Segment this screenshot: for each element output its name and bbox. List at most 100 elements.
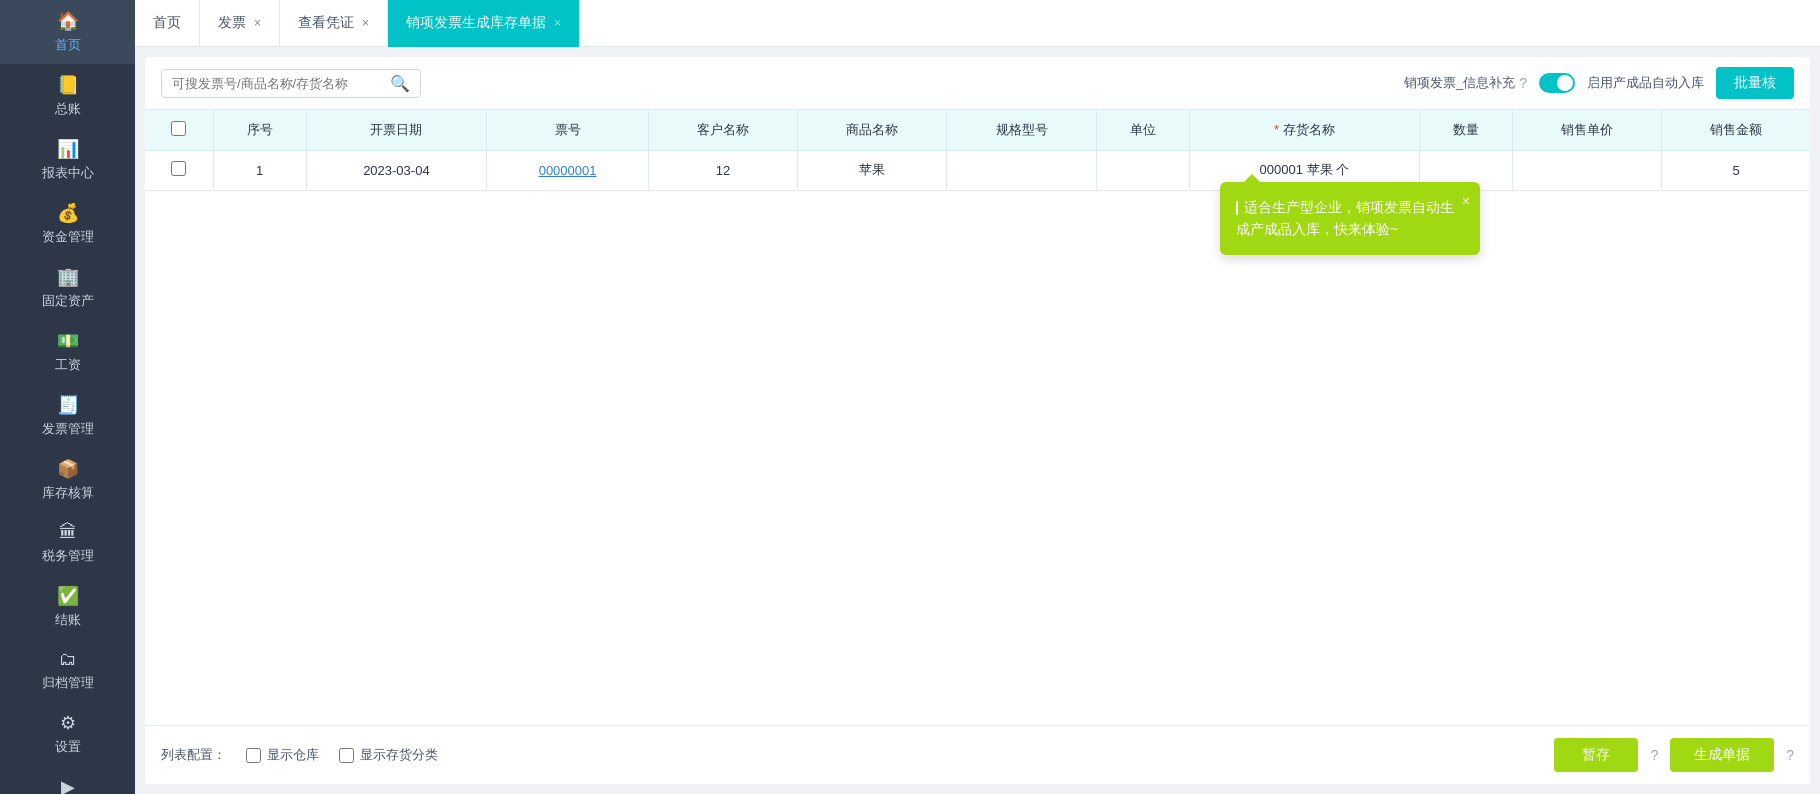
search-input[interactable] [172, 76, 384, 91]
data-table: 序号开票日期票号客户名称商品名称规格型号单位* 存货名称数量销售单价销售金额 1… [145, 110, 1810, 191]
sidebar-icon-archive: 🗂 [59, 649, 77, 670]
search-icon: 🔍 [390, 74, 410, 93]
sidebar-icon-funds: 💰 [57, 202, 79, 224]
sidebar-item-archive[interactable]: 🗂 归档管理 [0, 639, 135, 702]
save-help-icon[interactable]: ? [1650, 747, 1658, 763]
sidebar-item-fixed-assets[interactable]: 🏢 固定资产 [0, 256, 135, 320]
sidebar-icon-inventory: 📦 [57, 458, 79, 480]
cell-product-0: 苹果 [798, 150, 947, 190]
cell-unit_price-0 [1513, 150, 1662, 190]
toolbar-right: 销项发票_信息补充 ? 启用产成品自动入库 批量核 [1404, 67, 1794, 99]
sidebar-item-tax[interactable]: 🏛 税务管理 [0, 512, 135, 575]
generate-help-icon[interactable]: ? [1786, 747, 1794, 763]
sidebar-item-payroll[interactable]: 💵 工资 [0, 320, 135, 384]
cell-checkbox-0[interactable] [145, 150, 213, 190]
tooltip-cursor [1236, 201, 1238, 215]
batch-button[interactable]: 批量核 [1716, 67, 1794, 99]
list-config-label: 列表配置： [161, 746, 226, 764]
sidebar-item-closing[interactable]: ✅ 结账 [0, 575, 135, 639]
tab-home-tab[interactable]: 首页 [135, 0, 200, 47]
table-row: 12023-03-040000000112苹果000001 苹果 个5 [145, 150, 1810, 190]
sidebar-label-archive: 归档管理 [42, 674, 94, 692]
tab-invoice-tab[interactable]: 发票× [200, 0, 280, 47]
show-category-checkbox[interactable] [339, 748, 354, 763]
save-button[interactable]: 暂存 [1554, 738, 1638, 772]
tab-close-invoice-tab[interactable]: × [254, 16, 261, 30]
cell-ticket_no-0[interactable]: 00000001 [487, 150, 649, 190]
cell-date-0: 2023-03-04 [306, 150, 487, 190]
table-wrapper: 序号开票日期票号客户名称商品名称规格型号单位* 存货名称数量销售单价销售金额 1… [145, 110, 1810, 725]
table-body: 12023-03-040000000112苹果000001 苹果 个5 [145, 150, 1810, 190]
col-header-quantity: 数量 [1420, 110, 1513, 150]
sidebar: 🏠 首页 📒 总账 📊 报表中心 💰 资金管理 🏢 固定资产 💵 工资 🧾 发票… [0, 0, 135, 794]
sidebar-icon-closing: ✅ [57, 585, 79, 607]
show-warehouse-label: 显示仓库 [267, 746, 319, 764]
tooltip-popup: 适合生产型企业，销项发票自动生成产成品入库，快来体验~ × [1220, 182, 1480, 255]
toolbar: 🔍 销项发票_信息补充 ? 启用产成品自动入库 批量核 [145, 57, 1810, 110]
col-header-product: 商品名称 [798, 110, 947, 150]
select-all-checkbox[interactable] [171, 121, 186, 136]
sidebar-label-fixed-assets: 固定资产 [42, 292, 94, 310]
sidebar-icon-invoice-mgmt: 🧾 [57, 394, 79, 416]
sidebar-label-home: 首页 [55, 36, 81, 54]
info-help-icon[interactable]: ? [1519, 75, 1527, 91]
sidebar-label-ledger: 总账 [55, 100, 81, 118]
col-header-amount: 销售金额 [1662, 110, 1810, 150]
sidebar-item-invoice-mgmt[interactable]: 🧾 发票管理 [0, 384, 135, 448]
page-content: 🔍 销项发票_信息补充 ? 启用产成品自动入库 批量核 序号开票日期票号客户名称… [145, 57, 1810, 784]
sidebar-item-ledger[interactable]: 📒 总账 [0, 64, 135, 128]
sidebar-label-invoice-mgmt: 发票管理 [42, 420, 94, 438]
bottom-actions: 暂存 ? 生成单据 ? [1554, 738, 1794, 772]
bottom-bar: 列表配置： 显示仓库 显示存货分类 暂存 ? 生成单据 ? [145, 725, 1810, 784]
cell-model-0 [947, 150, 1096, 190]
table-header: 序号开票日期票号客户名称商品名称规格型号单位* 存货名称数量销售单价销售金额 [145, 110, 1810, 150]
info-label: 销项发票_信息补充 ? [1404, 74, 1527, 92]
tab-label-home-tab: 首页 [153, 14, 181, 32]
show-category-label: 显示存货分类 [360, 746, 438, 764]
sidebar-label-inventory: 库存核算 [42, 484, 94, 502]
cell-seq-0: 1 [213, 150, 306, 190]
tabbar: 首页 发票×查看凭证×销项发票生成库存单据× [135, 0, 1820, 47]
sidebar-item-guide[interactable]: ▶ 新手引导 [0, 766, 135, 794]
auto-warehouse-toggle[interactable] [1539, 73, 1575, 93]
show-category-group[interactable]: 显示存货分类 [339, 746, 438, 764]
col-header-unit: 单位 [1096, 110, 1189, 150]
sidebar-item-settings[interactable]: ⚙ 设置 [0, 702, 135, 766]
main-area: 首页 发票×查看凭证×销项发票生成库存单据× 🔍 销项发票_信息补充 ? 启用产成… [135, 0, 1820, 794]
sidebar-label-closing: 结账 [55, 611, 81, 629]
sidebar-icon-reports: 📊 [57, 138, 79, 160]
search-box[interactable]: 🔍 [161, 69, 421, 98]
ticket-link-0[interactable]: 00000001 [539, 163, 597, 178]
col-header-model: 规格型号 [947, 110, 1096, 150]
sidebar-item-home[interactable]: 🏠 首页 [0, 0, 135, 64]
col-header-inventory: * 存货名称 [1189, 110, 1420, 150]
tab-cancel-invoice-tab[interactable]: 销项发票生成库存单据× [388, 0, 580, 47]
tab-close-cancel-invoice-tab[interactable]: × [554, 16, 561, 30]
col-header-customer: 客户名称 [649, 110, 798, 150]
tab-view-voucher-tab[interactable]: 查看凭证× [280, 0, 388, 47]
col-header-checkbox [145, 110, 213, 150]
cell-customer-0: 12 [649, 150, 798, 190]
tooltip-text: 适合生产型企业，销项发票自动生成产成品入库，快来体验~ [1236, 199, 1454, 237]
row-checkbox-0[interactable] [171, 161, 186, 176]
sidebar-item-inventory[interactable]: 📦 库存核算 [0, 448, 135, 512]
sidebar-label-payroll: 工资 [55, 356, 81, 374]
show-warehouse-group[interactable]: 显示仓库 [246, 746, 319, 764]
sidebar-label-settings: 设置 [55, 738, 81, 756]
sidebar-label-funds: 资金管理 [42, 228, 94, 246]
sidebar-icon-tax: 🏛 [59, 522, 77, 543]
tooltip-close-button[interactable]: × [1462, 190, 1470, 212]
tab-close-view-voucher-tab[interactable]: × [362, 16, 369, 30]
cell-unit-0 [1096, 150, 1189, 190]
sidebar-label-reports: 报表中心 [42, 164, 94, 182]
generate-button[interactable]: 生成单据 [1670, 738, 1774, 772]
show-warehouse-checkbox[interactable] [246, 748, 261, 763]
cell-amount-0: 5 [1662, 150, 1810, 190]
col-header-seq: 序号 [213, 110, 306, 150]
sidebar-label-tax: 税务管理 [42, 547, 94, 565]
sidebar-item-funds[interactable]: 💰 资金管理 [0, 192, 135, 256]
sidebar-icon-settings: ⚙ [60, 712, 76, 734]
sidebar-icon-home: 🏠 [57, 10, 79, 32]
sidebar-icon-ledger: 📒 [57, 74, 79, 96]
sidebar-item-reports[interactable]: 📊 报表中心 [0, 128, 135, 192]
